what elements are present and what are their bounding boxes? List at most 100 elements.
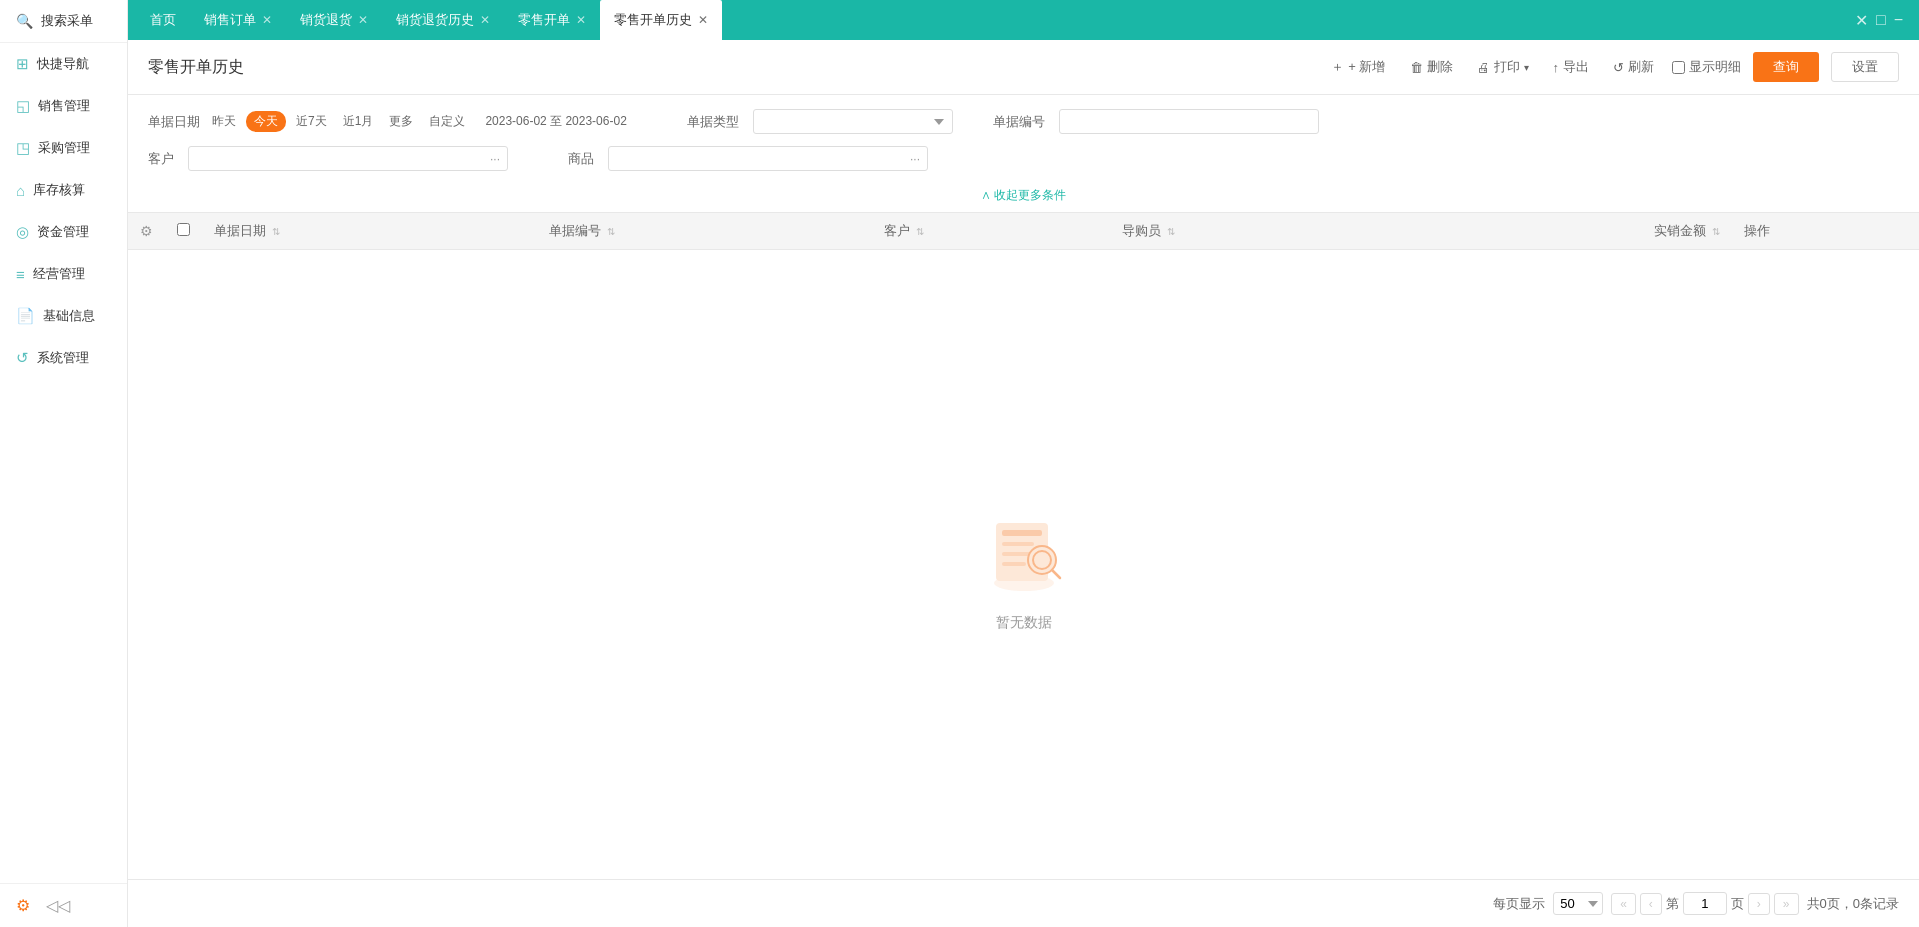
delete-button[interactable]: 🗑 删除 xyxy=(1404,54,1459,80)
sidebar-item-label: 库存核算 xyxy=(33,181,85,199)
sidebar-item-inventory[interactable]: ⌂ 库存核算 xyxy=(0,169,127,211)
sidebar-item-label: 经营管理 xyxy=(33,265,85,283)
customer-label: 客户 xyxy=(148,150,174,168)
date-btn-1month[interactable]: 近1月 xyxy=(337,111,380,132)
sidebar-item-basic-info[interactable]: 📄 基础信息 xyxy=(0,295,127,337)
date-filter-label: 单据日期 xyxy=(148,113,200,131)
purchase-mgmt-icon: ◳ xyxy=(16,139,30,157)
query-button[interactable]: 查询 xyxy=(1753,52,1819,82)
sort-no-icon: ⇅ xyxy=(607,226,615,237)
table-header-row: ⚙ 单据日期 ⇅ 单据编号 ⇅ xyxy=(128,213,1919,250)
sidebar-item-system-mgmt[interactable]: ↺ 系统管理 xyxy=(0,337,127,379)
goods-dots-icon[interactable]: ··· xyxy=(910,152,920,166)
last-page-button[interactable]: » xyxy=(1774,893,1799,915)
tab-bar-restore-icon[interactable]: □ xyxy=(1876,11,1886,29)
sidebar-item-purchase-mgmt[interactable]: ◳ 采购管理 xyxy=(0,127,127,169)
print-label: 打印 xyxy=(1494,58,1520,76)
bill-no-filter: 单据编号 xyxy=(993,109,1319,134)
select-all-checkbox[interactable] xyxy=(177,223,190,236)
refresh-label: 刷新 xyxy=(1628,58,1654,76)
date-btn-today[interactable]: 今天 xyxy=(246,111,286,132)
th-amount[interactable]: 实销金额 ⇅ xyxy=(1397,213,1732,250)
tab-sales-return-close[interactable]: ✕ xyxy=(358,13,368,27)
column-settings-icon[interactable]: ⚙ xyxy=(140,223,153,239)
sidebar-search[interactable]: 🔍 搜索采单 xyxy=(0,0,127,43)
tab-sales-order[interactable]: 销售订单 ✕ xyxy=(190,0,286,40)
export-button[interactable]: ↑ 导出 xyxy=(1547,54,1596,80)
sidebar-item-sales-mgmt[interactable]: ◱ 销售管理 xyxy=(0,85,127,127)
customer-filter: 客户 ··· xyxy=(148,146,508,171)
tab-bar: 首页 销售订单 ✕ 销货退货 ✕ 销货退货历史 ✕ 零售开单 ✕ 零售开单历史 … xyxy=(128,0,1919,40)
delete-label: 删除 xyxy=(1427,58,1453,76)
show-detail-checkbox[interactable] xyxy=(1672,61,1685,74)
settings-button[interactable]: 设置 xyxy=(1831,52,1899,82)
collapse-more-conditions[interactable]: ∧ 收起更多条件 xyxy=(148,183,1899,212)
settings-bottom-icon[interactable]: ⚙ xyxy=(16,896,30,915)
bill-type-filter: 单据类型 xyxy=(687,109,953,134)
date-btn-yesterday[interactable]: 昨天 xyxy=(206,111,242,132)
th-no[interactable]: 单据编号 ⇅ xyxy=(537,213,872,250)
main-content: 首页 销售订单 ✕ 销货退货 ✕ 销货退货历史 ✕ 零售开单 ✕ 零售开单历史 … xyxy=(128,0,1919,927)
per-page-select[interactable]: 20 50 100 200 xyxy=(1553,892,1603,915)
filter-row-2: 客户 ··· 商品 ··· xyxy=(148,146,1899,171)
page-header: 零售开单历史 ＋ + 新增 🗑 删除 🖨 打印 ▾ ↑ 导出 ↺ 刷新 xyxy=(128,40,1919,95)
sidebar-item-operations[interactable]: ≡ 经营管理 xyxy=(0,253,127,295)
tab-bar-close-icon[interactable]: ✕ xyxy=(1855,11,1868,30)
tab-retail-open-close[interactable]: ✕ xyxy=(576,13,586,27)
th-action: 操作 xyxy=(1732,213,1919,250)
finance-icon: ◎ xyxy=(16,223,29,241)
th-date[interactable]: 单据日期 ⇅ xyxy=(202,213,537,250)
per-page-label: 每页显示 xyxy=(1493,895,1545,913)
date-btn-7days[interactable]: 近7天 xyxy=(290,111,333,132)
sort-date-icon: ⇅ xyxy=(272,226,280,237)
sidebar-item-label: 采购管理 xyxy=(38,139,90,157)
tab-retail-open-label: 零售开单 xyxy=(518,11,570,29)
sidebar-item-quick-nav[interactable]: ⊞ 快捷导航 xyxy=(0,43,127,85)
date-range-display: 2023-06-02 至 2023-06-02 xyxy=(485,113,626,130)
tab-retail-open-history-close[interactable]: ✕ xyxy=(698,13,708,27)
bill-no-input[interactable] xyxy=(1059,109,1319,134)
tab-bar-minimize-icon[interactable]: − xyxy=(1894,11,1903,29)
th-customer[interactable]: 客户 ⇅ xyxy=(872,213,1110,250)
tab-sales-order-close[interactable]: ✕ xyxy=(262,13,272,27)
tab-retail-open-history[interactable]: 零售开单历史 ✕ xyxy=(600,0,722,40)
add-icon: ＋ xyxy=(1331,58,1344,76)
print-button[interactable]: 🖨 打印 ▾ xyxy=(1471,54,1535,80)
tab-retail-open-history-label: 零售开单历史 xyxy=(614,11,692,29)
search-icon: 🔍 xyxy=(16,13,33,29)
print-dropdown-icon: ▾ xyxy=(1524,62,1529,73)
tab-sales-return-history-close[interactable]: ✕ xyxy=(480,13,490,27)
sidebar-search-label: 搜索采单 xyxy=(41,12,93,30)
customer-dots-icon[interactable]: ··· xyxy=(490,152,500,166)
tab-home[interactable]: 首页 xyxy=(136,0,190,40)
tab-retail-open[interactable]: 零售开单 ✕ xyxy=(504,0,600,40)
page-suffix: 页 xyxy=(1731,895,1744,913)
next-page-button[interactable]: › xyxy=(1748,893,1770,915)
delete-icon: 🗑 xyxy=(1410,60,1423,75)
tab-bar-actions: ✕ □ − xyxy=(1855,11,1911,30)
date-btn-custom[interactable]: 自定义 xyxy=(423,111,471,132)
empty-state-icon xyxy=(974,498,1074,598)
sidebar-item-finance[interactable]: ◎ 资金管理 xyxy=(0,211,127,253)
bill-type-select[interactable] xyxy=(753,109,953,134)
print-icon: 🖨 xyxy=(1477,60,1490,75)
tab-sales-return[interactable]: 销货退货 ✕ xyxy=(286,0,382,40)
refresh-button[interactable]: ↺ 刷新 xyxy=(1607,54,1660,80)
filter-area: 单据日期 昨天 今天 近7天 近1月 更多 自定义 2023-06-02 至 2… xyxy=(128,95,1919,213)
customer-input[interactable] xyxy=(188,146,508,171)
page-input[interactable] xyxy=(1683,892,1727,915)
header-actions: ＋ + 新增 🗑 删除 🖨 打印 ▾ ↑ 导出 ↺ 刷新 显示 xyxy=(1325,52,1899,82)
add-label: + 新增 xyxy=(1348,58,1385,76)
add-button[interactable]: ＋ + 新增 xyxy=(1325,54,1391,80)
first-page-button[interactable]: « xyxy=(1611,893,1636,915)
prev-page-button[interactable]: ‹ xyxy=(1640,893,1662,915)
tab-sales-return-history[interactable]: 销货退货历史 ✕ xyxy=(382,0,504,40)
collapse-sidebar-icon[interactable]: ◁◁ xyxy=(46,896,70,915)
show-detail-checkbox-label[interactable]: 显示明细 xyxy=(1672,58,1741,76)
sort-amount-icon: ⇅ xyxy=(1712,226,1720,237)
bill-type-label: 单据类型 xyxy=(687,113,739,131)
inventory-icon: ⌂ xyxy=(16,182,25,199)
th-guide[interactable]: 导购员 ⇅ xyxy=(1110,213,1397,250)
goods-input[interactable] xyxy=(608,146,928,171)
date-btn-more[interactable]: 更多 xyxy=(383,111,419,132)
